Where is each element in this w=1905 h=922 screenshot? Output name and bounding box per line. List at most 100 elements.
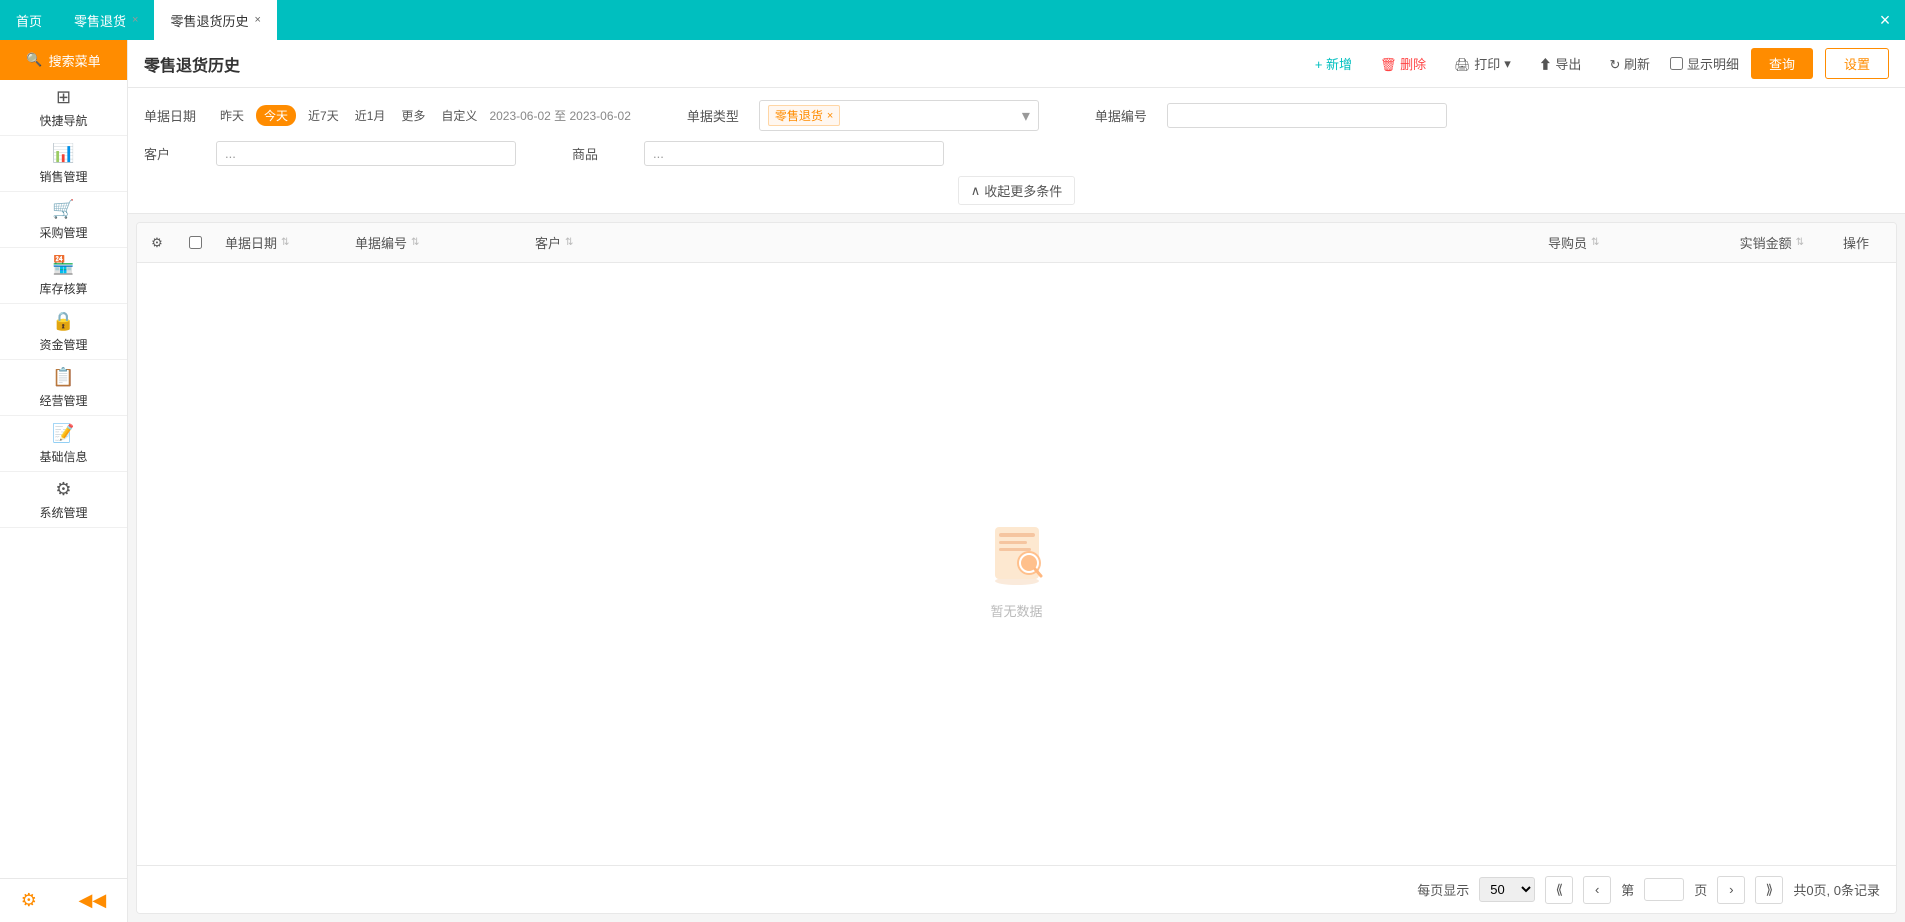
date-today-btn[interactable]: 今天 xyxy=(256,105,296,126)
sidebar-bottom: ⚙ ◀◀ xyxy=(0,878,127,922)
sidebar-item-sales-mgmt[interactable]: 📊 销售管理 xyxy=(0,136,127,192)
refresh-button[interactable]: ↻ 刷新 xyxy=(1601,50,1658,77)
collapse-up-icon: ∧ xyxy=(971,183,981,199)
header-actions: + 新增 🗑 删除 🖨 打印 ▾ ⬆ 导出 ↻ 刷新 显示明细 xyxy=(1307,48,1889,79)
new-button-label: + 新增 xyxy=(1315,54,1352,73)
window-close-button[interactable]: × xyxy=(1865,0,1905,40)
page-last-button[interactable]: ⟫ xyxy=(1755,876,1783,904)
print-button[interactable]: 🖨 打印 ▾ xyxy=(1446,50,1519,77)
sidebar-menu: ⊞ 快捷导航 📊 销售管理 🛒 采购管理 🏪 库存核算 🔒 资金管理 📋 xyxy=(0,80,127,878)
sidebar-audio-button[interactable]: ◀◀ xyxy=(79,890,107,911)
order-no-filter-label: 单据编号 xyxy=(1095,106,1151,125)
sidebar-settings-button[interactable]: ⚙ xyxy=(21,890,37,911)
sidebar-item-operation-mgmt[interactable]: 📋 经营管理 xyxy=(0,360,127,416)
th-settings[interactable]: ⚙ xyxy=(137,235,177,251)
content-area: 零售退货历史 + 新增 🗑 删除 🖨 打印 ▾ ⬆ 导出 ↻ 刷新 xyxy=(128,40,1905,922)
th-date-label: 单据日期 xyxy=(225,233,277,252)
export-button-label: ⬆ 导出 xyxy=(1539,54,1582,73)
th-date[interactable]: 单据日期 ⇅ xyxy=(213,233,343,252)
refresh-button-label: ↻ 刷新 xyxy=(1609,54,1650,73)
sidebar-item-purchase-mgmt[interactable]: 🛒 采购管理 xyxy=(0,192,127,248)
type-filter-select[interactable]: 零售退货 × ▾ xyxy=(759,100,1039,131)
sidebar-item-system-mgmt-label: 系统管理 xyxy=(39,504,87,521)
th-guide-sort-icon[interactable]: ⇅ xyxy=(1591,237,1599,248)
page-unit: 页 xyxy=(1694,880,1707,899)
main-layout: 🔍 搜索菜单 ⊞ 快捷导航 📊 销售管理 🛒 采购管理 🏪 库存核算 🔒 xyxy=(0,40,1905,922)
export-button[interactable]: ⬆ 导出 xyxy=(1531,50,1590,77)
goods-filter-label: 商品 xyxy=(572,144,628,163)
th-amount[interactable]: 实销金额 ⇅ xyxy=(1696,233,1816,252)
th-amount-label: 实销金额 xyxy=(1740,233,1792,252)
sidebar-item-operation-mgmt-label: 经营管理 xyxy=(39,392,87,409)
tab-retail-return[interactable]: 零售退货 × xyxy=(58,0,154,40)
th-order-no-label: 单据编号 xyxy=(355,233,407,252)
print-button-label: 🖨 打印 xyxy=(1454,54,1500,73)
system-mgmt-icon: ⚙ xyxy=(55,479,71,500)
filter-row-1: 单据日期 昨天 今天 近7天 近1月 更多 自定义 2023-06-02 至 2… xyxy=(144,100,1889,131)
print-dropdown-icon[interactable]: ▾ xyxy=(1504,56,1511,72)
tab-retail-return-history[interactable]: 零售退货历史 × xyxy=(154,0,276,40)
goods-input[interactable] xyxy=(644,141,944,166)
sidebar-item-purchase-mgmt-label: 采购管理 xyxy=(39,224,87,241)
display-detail-checkbox[interactable]: 显示明细 xyxy=(1670,54,1739,73)
th-customer-label: 客户 xyxy=(535,233,561,252)
table-body: 暂无数据 xyxy=(137,263,1896,865)
delete-button-label: 🗑 删除 xyxy=(1380,54,1426,73)
page-next-button[interactable]: › xyxy=(1717,876,1745,904)
filter-area: 单据日期 昨天 今天 近7天 近1月 更多 自定义 2023-06-02 至 2… xyxy=(128,88,1905,214)
date-last7-btn[interactable]: 近7天 xyxy=(304,105,343,126)
customer-input[interactable] xyxy=(216,141,516,166)
th-customer[interactable]: 客户 ⇅ xyxy=(523,233,1536,252)
table-settings-icon[interactable]: ⚙ xyxy=(151,235,163,251)
date-custom-btn[interactable]: 自定义 xyxy=(437,105,481,126)
new-button[interactable]: + 新增 xyxy=(1307,50,1360,77)
empty-illustration xyxy=(977,509,1057,589)
page-header: 零售退货历史 + 新增 🗑 删除 🖨 打印 ▾ ⬆ 导出 ↻ 刷新 xyxy=(128,40,1905,88)
display-detail-label: 显示明细 xyxy=(1687,54,1739,73)
delete-button[interactable]: 🗑 删除 xyxy=(1372,50,1434,77)
page-prev-button[interactable]: ‹ xyxy=(1583,876,1611,904)
settings-button[interactable]: 设置 xyxy=(1825,48,1889,79)
collapse-button[interactable]: ∧ 收起更多条件 xyxy=(958,176,1076,205)
date-yesterday-btn[interactable]: 昨天 xyxy=(216,105,248,126)
date-more-btn[interactable]: 更多 xyxy=(397,105,429,126)
sidebar-item-inventory-label: 库存核算 xyxy=(39,280,87,297)
display-detail-input[interactable] xyxy=(1670,57,1683,70)
sidebar: 🔍 搜索菜单 ⊞ 快捷导航 📊 销售管理 🛒 采购管理 🏪 库存核算 🔒 xyxy=(0,40,128,922)
sidebar-item-capital-mgmt-label: 资金管理 xyxy=(39,336,87,353)
tab-retail-return-history-close[interactable]: × xyxy=(254,14,260,26)
th-operation-label: 操作 xyxy=(1843,233,1869,252)
type-tag-label: 零售退货 xyxy=(775,107,823,124)
date-last1m-btn[interactable]: 近1月 xyxy=(351,105,390,126)
th-order-no-sort-icon[interactable]: ⇅ xyxy=(411,237,419,248)
query-button[interactable]: 查询 xyxy=(1751,48,1813,79)
th-amount-sort-icon[interactable]: ⇅ xyxy=(1796,237,1804,248)
per-page-label: 每页显示 xyxy=(1417,880,1469,899)
sidebar-item-system-mgmt[interactable]: ⚙ 系统管理 xyxy=(0,472,127,528)
th-guide[interactable]: 导购员 ⇅ xyxy=(1536,233,1696,252)
date-range-value: 2023-06-02 至 2023-06-02 xyxy=(489,107,630,124)
date-filters: 昨天 今天 近7天 近1月 更多 自定义 2023-06-02 至 2023-0… xyxy=(216,105,631,126)
select-all-checkbox[interactable] xyxy=(189,236,202,249)
th-checkbox[interactable] xyxy=(177,236,213,249)
th-order-no[interactable]: 单据编号 ⇅ xyxy=(343,233,523,252)
sidebar-item-basic-info[interactable]: 📝 基础信息 xyxy=(0,416,127,472)
sidebar-search[interactable]: 🔍 搜索菜单 xyxy=(0,40,127,80)
purchase-mgmt-icon: 🛒 xyxy=(52,199,74,220)
th-guide-label: 导购员 xyxy=(1548,233,1587,252)
tab-retail-return-close[interactable]: × xyxy=(132,14,138,26)
per-page-select[interactable]: 10 20 50 100 xyxy=(1479,877,1535,902)
table-wrapper: ⚙ 单据日期 ⇅ 单据编号 ⇅ 客户 ⇅ 导购员 xyxy=(136,222,1897,914)
page-number-input[interactable]: 1 xyxy=(1644,878,1684,901)
table-header: ⚙ 单据日期 ⇅ 单据编号 ⇅ 客户 ⇅ 导购员 xyxy=(137,223,1896,263)
sidebar-item-inventory[interactable]: 🏪 库存核算 xyxy=(0,248,127,304)
th-date-sort-icon[interactable]: ⇅ xyxy=(281,237,289,248)
page-first-button[interactable]: ⟪ xyxy=(1545,876,1573,904)
th-customer-sort-icon[interactable]: ⇅ xyxy=(565,237,573,248)
order-no-input[interactable] xyxy=(1167,103,1447,128)
sidebar-item-capital-mgmt[interactable]: 🔒 资金管理 xyxy=(0,304,127,360)
tab-home[interactable]: 首页 xyxy=(0,0,58,40)
basic-info-icon: 📝 xyxy=(52,423,74,444)
sidebar-item-quick-nav[interactable]: ⊞ 快捷导航 xyxy=(0,80,127,136)
type-tag-close[interactable]: × xyxy=(827,110,833,122)
